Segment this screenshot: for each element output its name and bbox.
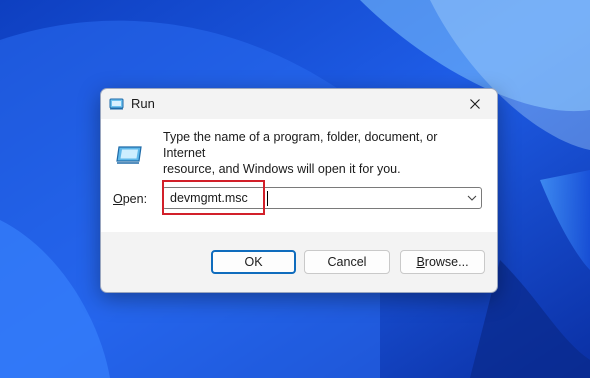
description-text: Type the name of a program, folder, docu… <box>163 129 483 177</box>
open-label-mnemonic: O <box>113 192 123 206</box>
browse-mnemonic: B <box>416 255 425 269</box>
open-label-rest: pen: <box>122 192 148 206</box>
open-input[interactable]: devmgmt.msc <box>170 191 248 205</box>
browse-label: rowse... <box>424 255 469 269</box>
run-icon <box>116 146 142 164</box>
close-button[interactable] <box>453 89 497 119</box>
browse-button[interactable]: Browse... <box>400 250 485 274</box>
run-dialog: Run Type the name of a program, folder, … <box>100 88 498 293</box>
close-icon <box>470 99 480 109</box>
open-label: Open: <box>113 192 147 206</box>
text-caret <box>267 191 268 206</box>
window-title: Run <box>131 96 155 111</box>
dialog-content: Type the name of a program, folder, docu… <box>101 119 497 232</box>
chevron-down-icon[interactable] <box>466 193 478 203</box>
run-icon <box>109 98 124 110</box>
ok-button[interactable]: OK <box>211 250 296 274</box>
title-bar: Run <box>101 89 497 119</box>
description-line-2: resource, and Windows will open it for y… <box>163 162 401 176</box>
description-line-1: Type the name of a program, folder, docu… <box>163 130 438 160</box>
open-combobox[interactable]: devmgmt.msc <box>162 187 482 209</box>
cancel-button[interactable]: Cancel <box>304 250 390 274</box>
